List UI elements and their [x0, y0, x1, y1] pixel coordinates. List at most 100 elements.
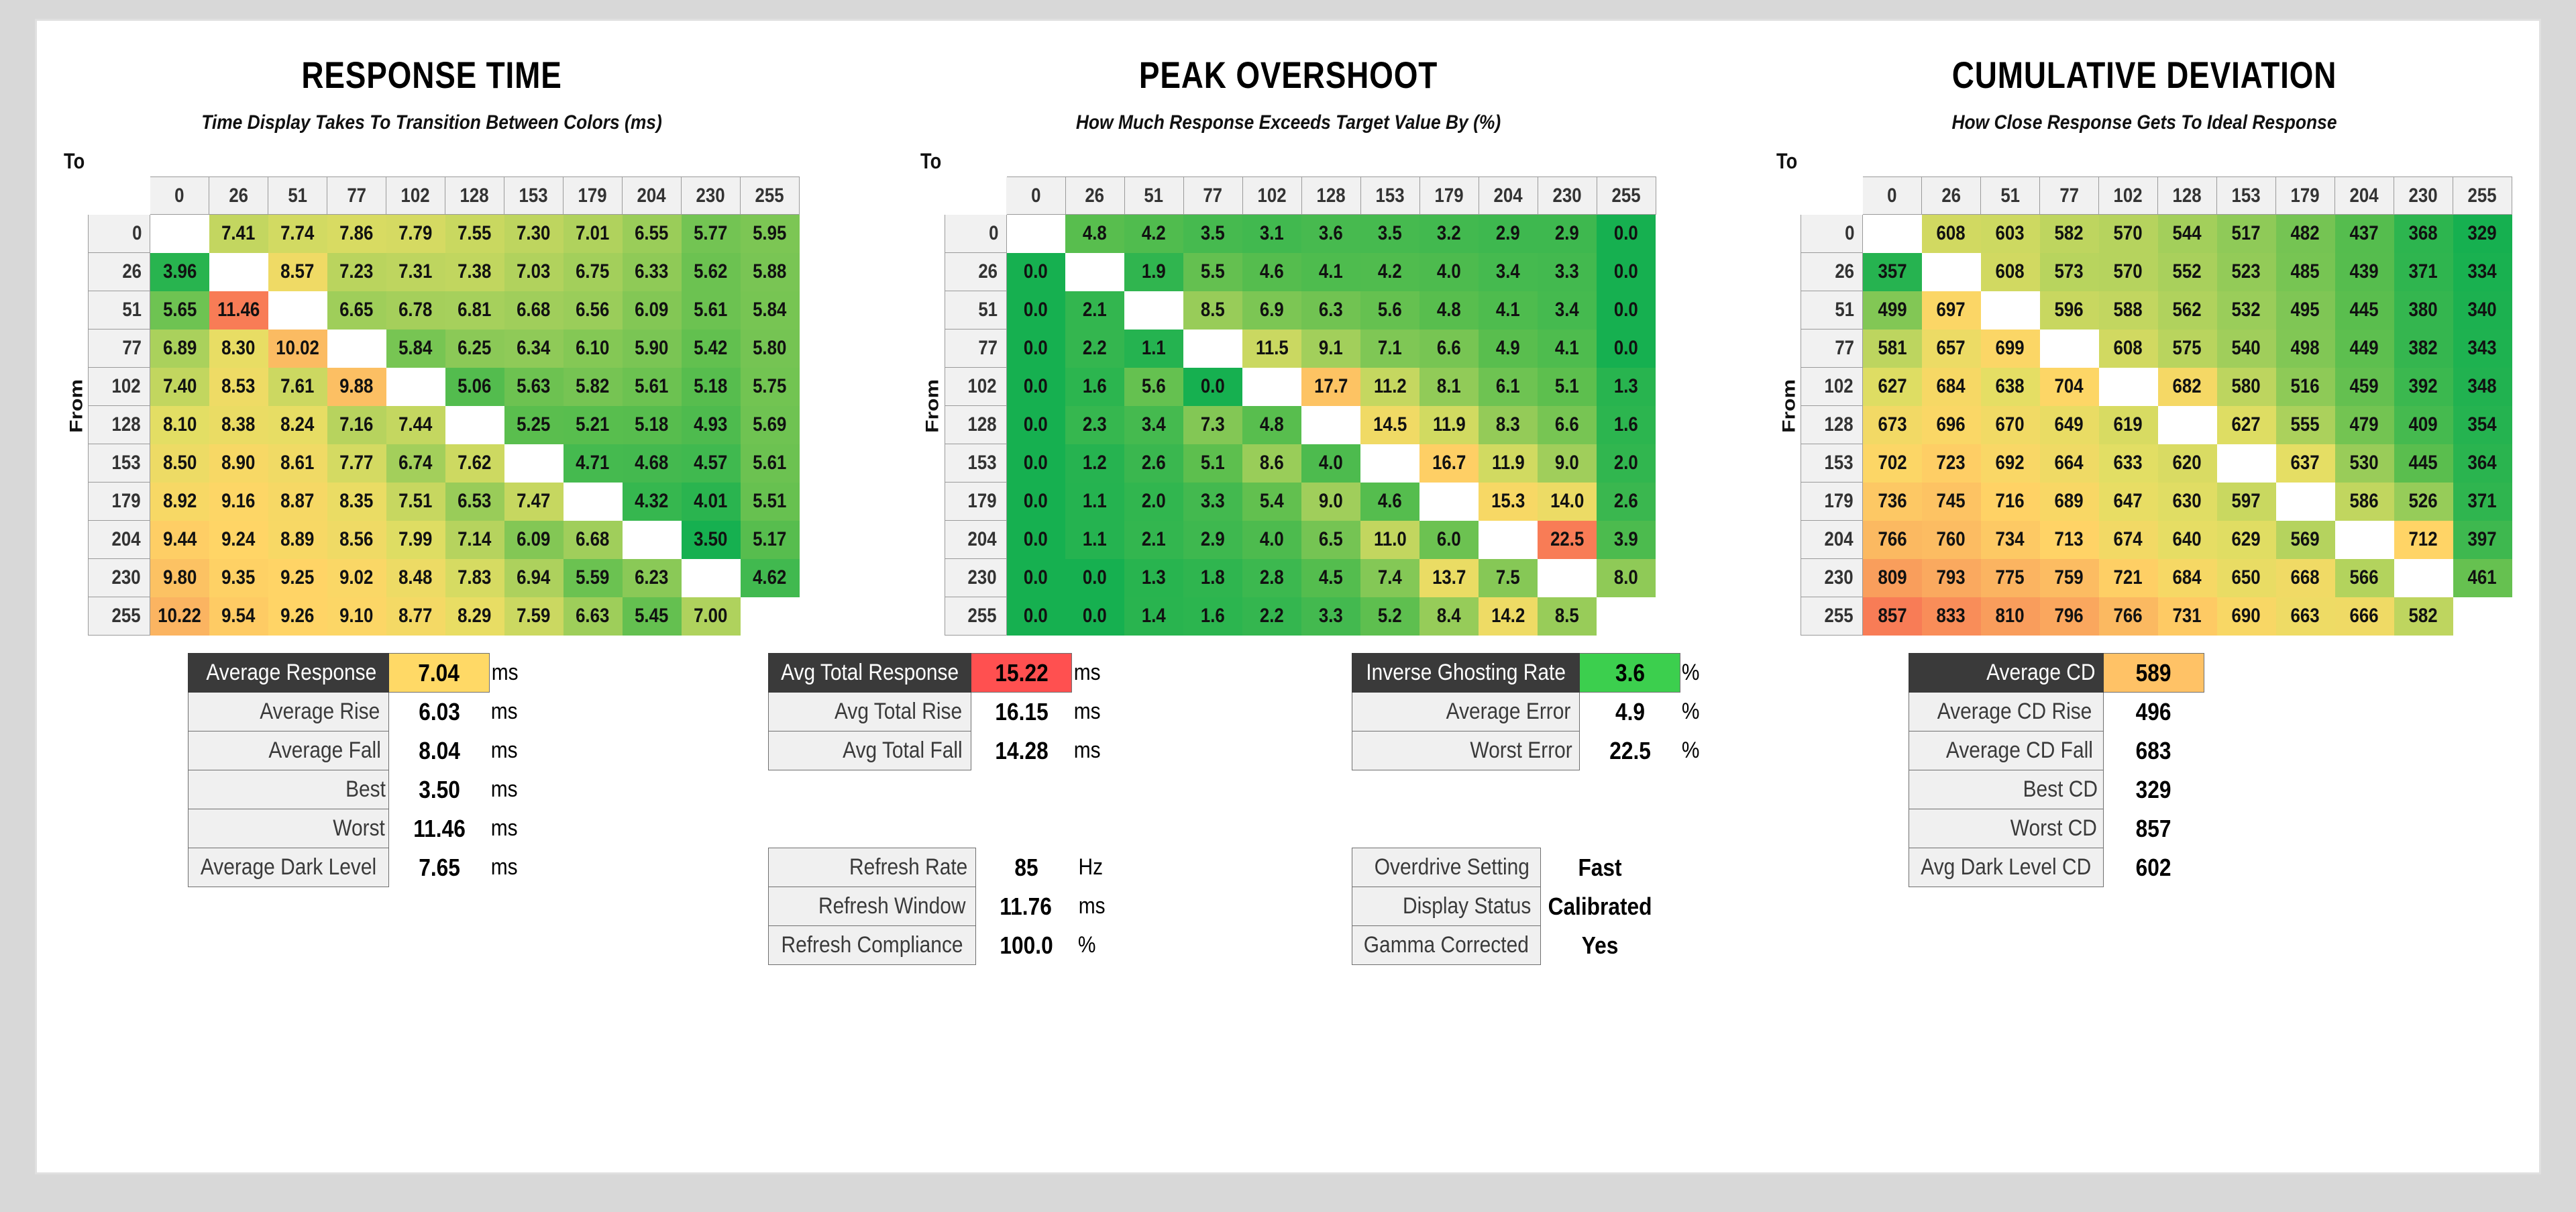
summary-row: Avg Total Rise 16.15 ms: [767, 692, 1126, 731]
table-corner: [89, 177, 150, 215]
heatmap-cell: 530: [2334, 444, 2394, 483]
summary-label: Best CD: [1909, 770, 2104, 809]
heatmap-cell: 6.3: [1301, 291, 1360, 330]
heatmap-cell: 689: [2039, 482, 2099, 521]
diagonal-cell: [386, 367, 445, 406]
table-row: 255 0.0 0.0 1.4 1.6 2.2 3.3 5.2 8.4 14.2 8.5: [944, 597, 1656, 636]
heatmap-cell: 6.75: [563, 252, 623, 291]
row-header: 77: [88, 329, 150, 368]
table-row: 204 9.44 9.24 8.89 8.56 7.99 7.14 6.09 6.68 3.50 5…: [88, 520, 800, 559]
heatmap-cell: 4.62: [740, 558, 800, 597]
heatmap-cell: 570: [2098, 252, 2158, 291]
heatmap-cell: 809: [1862, 558, 1922, 597]
summary-label: Avg Total Response: [767, 653, 972, 693]
heatmap-cell: 8.3: [1479, 405, 1538, 444]
heatmap-cell: 5.1: [1538, 367, 1597, 406]
heatmap-cell: 8.38: [209, 405, 268, 444]
heatmap-cell: 7.31: [386, 252, 445, 291]
heatmap-cell: 5.62: [681, 252, 741, 291]
heatmap-cell: 766: [2098, 597, 2158, 636]
heatmap-cell: 409: [2394, 405, 2453, 444]
heatmap-cell: 11.5: [1242, 329, 1301, 368]
heatmap-cell: 445: [2394, 444, 2453, 483]
diagonal-cell: [2157, 405, 2217, 444]
heatmap-cell: 449: [2334, 329, 2394, 368]
heatmap-cell: 699: [1980, 329, 2040, 368]
heatmap-cell: 5.18: [681, 367, 741, 406]
heatmap-cell: 4.01: [681, 482, 741, 521]
heatmap-cell: 15.3: [1479, 482, 1538, 521]
heatmap-cell: 5.84: [740, 291, 800, 330]
heatmap-cell: 9.26: [268, 597, 327, 636]
col-header: 179: [1419, 176, 1479, 215]
heatmap-cell: 633: [2098, 444, 2158, 483]
heatmap-cell: 1.2: [1065, 444, 1124, 483]
row-header: 51: [944, 291, 1007, 330]
summary-label: Display Status: [1352, 887, 1541, 926]
heatmap-cell: 7.30: [504, 214, 564, 253]
summary-row: Avg Dark Level CD 602: [1909, 848, 2258, 887]
heatmap-cell: 596: [2039, 291, 2099, 330]
row-header: 128: [88, 405, 150, 444]
summary-unit: ms: [1073, 660, 1101, 685]
heatmap-cell: 4.2: [1124, 214, 1183, 253]
row-header: 128: [1801, 405, 1863, 444]
summary-table-response: Average Response 7.04 ms Average Rise 6.03 ms…: [188, 653, 543, 887]
col-header: 204: [1478, 176, 1538, 215]
heatmap-cell: 8.92: [150, 482, 209, 521]
heatmap-cell: 697: [1921, 291, 1981, 330]
summary-unit: Hz: [1078, 854, 1103, 880]
heatmap-cell: 0.0: [1006, 367, 1065, 406]
heatmap-cell: 6.78: [386, 291, 445, 330]
table-row: 230 809 793 775 759 721 684 650 668 566 461: [1801, 558, 2512, 597]
heatmap-cell: 364: [2453, 444, 2512, 483]
row-header: 102: [944, 367, 1007, 406]
table-row: 128 8.10 8.38 8.24 7.16 7.44 5.25 5.21 5.18 4.93 5…: [88, 405, 800, 444]
col-header: 128: [1301, 176, 1361, 215]
heatmap-cell: 8.4: [1419, 597, 1479, 636]
heatmap-cell: 2.0: [1124, 482, 1183, 521]
row-header: 26: [944, 252, 1007, 291]
summary-row: Display Status Calibrated: [1352, 887, 1713, 926]
axis-label-to-2: To: [920, 149, 941, 173]
heatmap-cell: 0.0: [1006, 291, 1065, 330]
heatmap-cell: 9.54: [209, 597, 268, 636]
heatmap-cell: 8.87: [268, 482, 327, 521]
heatmap-cell: 6.65: [327, 291, 386, 330]
heatmap-cell: 0.0: [1597, 291, 1656, 330]
heatmap-cell: 608: [1921, 214, 1981, 253]
summary-value: 22.5: [1609, 736, 1651, 764]
summary-value: 857: [2135, 814, 2171, 842]
heatmap-cell: 3.3: [1538, 252, 1597, 291]
summary-row: Average CD Rise 496: [1909, 692, 2258, 731]
heatmap-cell: 4.8: [1065, 214, 1124, 253]
summary-unit: %: [1077, 932, 1095, 958]
heatmap-cell: 8.90: [209, 444, 268, 483]
diagonal-cell: [1301, 405, 1360, 444]
summary-value: 8.04: [418, 736, 460, 764]
heatmap-cell: 6.23: [622, 558, 682, 597]
summary-label: Overdrive Setting: [1352, 848, 1541, 887]
heatmap-cell: 5.65: [150, 291, 209, 330]
heatmap-cell: 731: [2157, 597, 2217, 636]
heatmap-cell: 8.53: [209, 367, 268, 406]
heatmap-cell: 461: [2453, 558, 2512, 597]
heatmap-cell: 7.77: [327, 444, 386, 483]
summary-value: 7.65: [418, 853, 460, 881]
heatmap-cell: 8.0: [1597, 558, 1656, 597]
heatmap-cell: 555: [2275, 405, 2335, 444]
table-row: 26 0.0 1.9 5.5 4.6 4.1 4.2 4.0 3.4 3.3 0.0: [944, 252, 1656, 291]
heatmap-cell: 833: [1921, 597, 1981, 636]
col-header: 26: [209, 176, 268, 215]
diagonal-cell: [1597, 597, 1656, 636]
summary-unit: ms: [491, 854, 519, 880]
row-header: 26: [1801, 252, 1863, 291]
heatmap-cell: 6.9: [1242, 291, 1301, 330]
table-row: 204 766 760 734 713 674 640 629 569 712 397: [1801, 520, 2512, 559]
col-header: 230: [681, 176, 741, 215]
summary-unit: [2204, 770, 2257, 809]
heatmap-cell: 540: [2216, 329, 2276, 368]
summary-value: Calibrated: [1548, 892, 1652, 920]
heatmap-cell: 329: [2453, 214, 2512, 253]
heatmap-cell: 736: [1862, 482, 1922, 521]
